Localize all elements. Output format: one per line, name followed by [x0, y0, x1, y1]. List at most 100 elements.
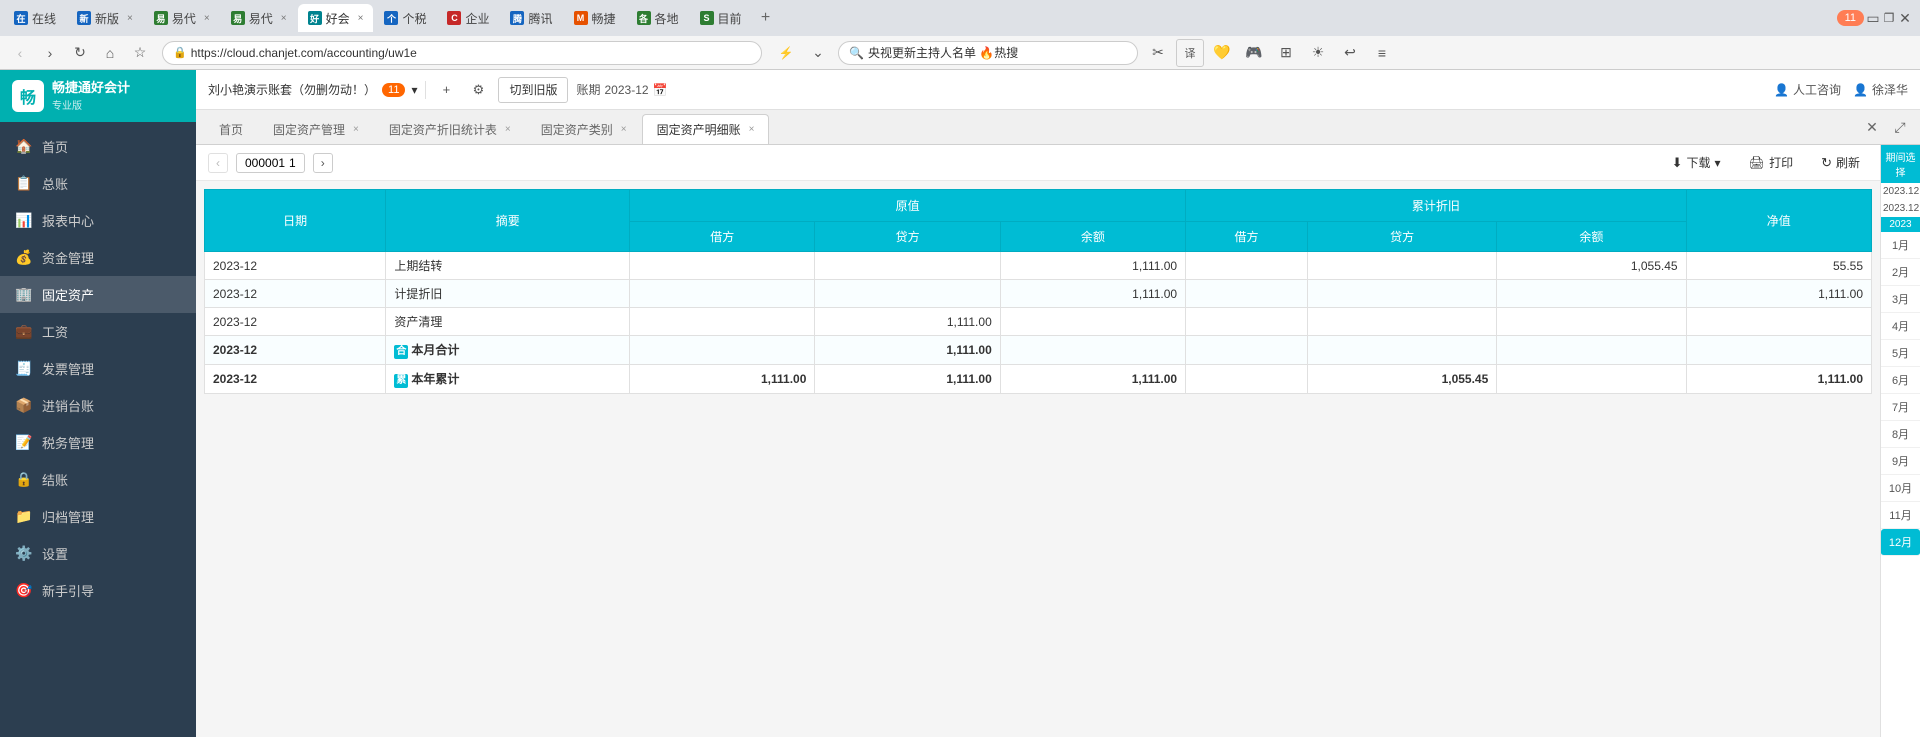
account-selector[interactable]: 刘小艳演示账套（勿删勿动！） 11 ▾ [208, 81, 417, 98]
window-close-icon[interactable]: ✕ [1898, 11, 1912, 25]
sidebar-item-funds[interactable]: 💰 资金管理 [0, 239, 196, 276]
tab-expand-icon[interactable]: ⤢ [1888, 115, 1912, 139]
print-button[interactable]: 🖨 打印 [1741, 150, 1802, 175]
tax-icon: 📝 [16, 435, 32, 451]
browser-tab-2[interactable]: 新 新版 × [67, 4, 143, 32]
period-month-9[interactable]: 9月 [1881, 448, 1920, 475]
sidebar-item-fixed-assets[interactable]: 🏢 固定资产 [0, 276, 196, 313]
browser-tab-8[interactable]: 腾 腾讯 [500, 4, 562, 32]
prev-record-button[interactable]: ‹ [208, 153, 228, 173]
tab-close-2[interactable]: × [127, 13, 133, 24]
period-month-7[interactable]: 7月 [1881, 394, 1920, 421]
sidebar-item-payroll[interactable]: 💼 工资 [0, 313, 196, 350]
tab-home[interactable]: 首页 [204, 114, 258, 144]
sidebar-item-tax[interactable]: 📝 税务管理 [0, 424, 196, 461]
sidebar-item-archive[interactable]: 📁 归档管理 [0, 498, 196, 535]
cell-acc-debit-1 [1186, 252, 1308, 280]
browser-tab-9[interactable]: M 畅捷 [564, 4, 626, 32]
refresh-button[interactable]: ↻ 刷新 [1813, 150, 1868, 175]
switch-version-button[interactable]: 切到旧版 [498, 77, 568, 103]
sidebar-item-guide[interactable]: 🎯 新手引导 [0, 572, 196, 609]
sidebar-item-label-closing: 结账 [42, 470, 68, 489]
period-month-3[interactable]: 3月 [1881, 286, 1920, 313]
extension-icon-1[interactable]: ⚡ [772, 39, 800, 67]
extension-dropdown[interactable]: ⌄ [804, 39, 832, 67]
cell-acc-debit-3 [1186, 308, 1308, 336]
scissors-icon[interactable]: ✂ [1144, 39, 1172, 67]
tab-close-asset-detail[interactable]: × [749, 124, 755, 135]
sidebar-item-purchase-sale[interactable]: 📦 进销台账 [0, 387, 196, 424]
sidebar-item-home[interactable]: 🏠 首页 [0, 128, 196, 165]
tab-depreciation-stats[interactable]: 固定资产折旧统计表 × [374, 114, 526, 144]
period-month-1[interactable]: 1月 [1881, 232, 1920, 259]
period-month-4[interactable]: 4月 [1881, 313, 1920, 340]
window-minimize-icon[interactable]: ▭ [1866, 11, 1880, 25]
bookmark-button[interactable]: ☆ [128, 41, 152, 65]
search-bar[interactable]: 🔍 央视更新主持人名单 🔥热搜 [838, 41, 1138, 65]
browser-tab-10[interactable]: 各 各地 [627, 4, 689, 32]
download-button[interactable]: ⬇ 下载 ▾ [1664, 150, 1729, 175]
new-tab-button[interactable]: + [753, 5, 779, 31]
forward-button[interactable]: › [38, 41, 62, 65]
browser-tab-4[interactable]: 易 易代 × [221, 4, 297, 32]
tab-close-depreciation-stats[interactable]: × [505, 124, 511, 135]
col-net-value: 净值 [1686, 190, 1871, 252]
sidebar-app-subtitle: 专业版 [52, 97, 130, 112]
tab-close-fixed-asset-mgmt[interactable]: × [353, 124, 359, 135]
summary-icon-monthly: 合 [394, 345, 408, 359]
tab-asset-detail[interactable]: 固定资产明细账 × [642, 114, 770, 144]
sidebar-item-reports[interactable]: 📊 报表中心 [0, 202, 196, 239]
sidebar-item-closing[interactable]: 🔒 结账 [0, 461, 196, 498]
menu-icon[interactable]: ≡ [1368, 39, 1396, 67]
account-settings-btn[interactable]: ⚙ [466, 78, 490, 102]
tab-close-3[interactable]: × [204, 13, 210, 24]
grid-icon[interactable]: ⊞ [1272, 39, 1300, 67]
tab-close-5[interactable]: × [358, 13, 364, 24]
undo-icon[interactable]: ↩ [1336, 39, 1364, 67]
tab-fixed-asset-mgmt-label: 固定资产管理 [273, 121, 345, 138]
browser-tab-5[interactable]: 好 好会 × [298, 4, 374, 32]
wallet-icon[interactable]: 💛 [1208, 39, 1236, 67]
tab-label-6: 个税 [402, 10, 426, 27]
period-month-10[interactable]: 10月 [1881, 475, 1920, 502]
back-button[interactable]: ‹ [8, 41, 32, 65]
period-month-5[interactable]: 5月 [1881, 340, 1920, 367]
sidebar-item-settings[interactable]: ⚙️ 设置 [0, 535, 196, 572]
period-month-8[interactable]: 8月 [1881, 421, 1920, 448]
tab-asset-category[interactable]: 固定资产类别 × [526, 114, 642, 144]
brightness-icon[interactable]: ☀ [1304, 39, 1332, 67]
games-icon[interactable]: 🎮 [1240, 39, 1268, 67]
translate-icon[interactable]: 译 [1176, 39, 1204, 67]
browser-tab-11[interactable]: S 目前 [690, 4, 752, 32]
period-month-12[interactable]: 12月 [1881, 529, 1920, 556]
browser-tab-1[interactable]: 在 在线 [4, 4, 66, 32]
period-month-6[interactable]: 6月 [1881, 367, 1920, 394]
tab-close-asset-category[interactable]: × [621, 124, 627, 135]
browser-tab-6[interactable]: 个 个税 [374, 4, 436, 32]
user-profile[interactable]: 👤 徐泽华 [1853, 81, 1908, 98]
download-dropdown-icon: ▾ [1715, 156, 1721, 170]
tab-close-4[interactable]: × [281, 13, 287, 24]
window-restore-icon[interactable]: ❐ [1882, 11, 1896, 25]
col-orig-credit: 贷方 [815, 222, 1000, 252]
period-month-2[interactable]: 2月 [1881, 259, 1920, 286]
tab-favicon-10: 各 [637, 11, 651, 25]
browser-tab-7[interactable]: C 企业 [437, 4, 499, 32]
cell-acc-debit-4 [1186, 336, 1308, 365]
sidebar-item-ledger[interactable]: 📋 总账 [0, 165, 196, 202]
cell-acc-credit-1 [1307, 252, 1496, 280]
tab-label-5: 好会 [326, 10, 350, 27]
period-month-11[interactable]: 11月 [1881, 502, 1920, 529]
reload-button[interactable]: ↻ [68, 41, 92, 65]
settings-btn[interactable]: + [434, 78, 458, 102]
tab-fixed-asset-mgmt[interactable]: 固定资产管理 × [258, 114, 374, 144]
closing-icon: 🔒 [16, 472, 32, 488]
help-button[interactable]: 👤 人工咨询 [1774, 81, 1841, 98]
sidebar-item-invoice[interactable]: 🧾 发票管理 [0, 350, 196, 387]
home-button[interactable]: ⌂ [98, 41, 122, 65]
browser-tab-3[interactable]: 易 易代 × [144, 4, 220, 32]
address-bar[interactable]: 🔒 https://cloud.chanjet.com/accounting/u… [162, 41, 762, 65]
tab-close-all-icon[interactable]: ✕ [1860, 115, 1884, 139]
browser-toolbar-actions: ✂ 译 💛 🎮 ⊞ ☀ ↩ ≡ [1144, 39, 1396, 67]
next-record-button[interactable]: › [313, 153, 333, 173]
